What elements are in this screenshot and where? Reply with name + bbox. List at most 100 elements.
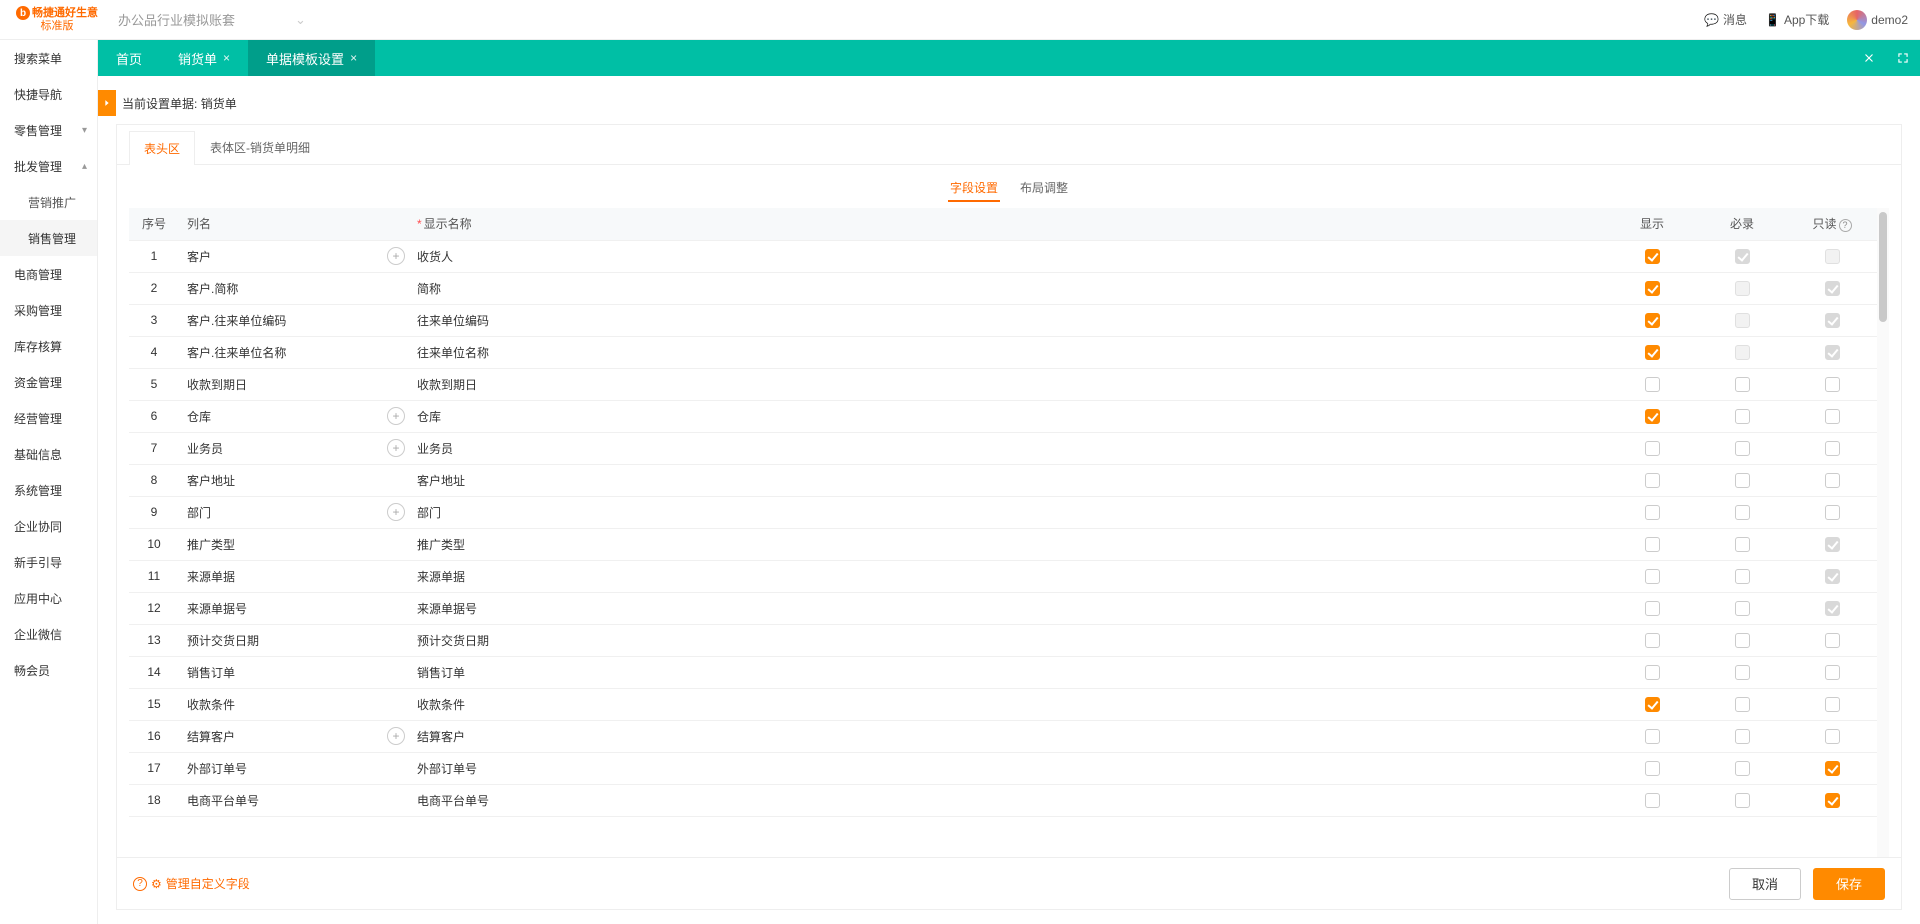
checkbox-show[interactable] bbox=[1645, 537, 1660, 552]
scrollbar-thumb[interactable] bbox=[1879, 212, 1887, 322]
checkbox-show[interactable] bbox=[1645, 569, 1660, 584]
checkbox-required[interactable] bbox=[1735, 793, 1750, 808]
add-icon[interactable]: + bbox=[387, 439, 405, 457]
sidebar-item-member[interactable]: 畅会员 bbox=[0, 652, 97, 688]
cell-display[interactable]: 收款到期日 bbox=[409, 368, 1607, 400]
cell-display[interactable]: 推广类型 bbox=[409, 528, 1607, 560]
save-button[interactable]: 保存 bbox=[1813, 868, 1885, 900]
checkbox-required[interactable] bbox=[1735, 569, 1750, 584]
grid-scroll[interactable]: 序号 列名 *显示名称 显示 必录 只读? 1客户+收 bbox=[129, 208, 1877, 857]
cell-display[interactable]: 业务员 bbox=[409, 432, 1607, 464]
sidebar-item-search[interactable]: 搜索菜单 bbox=[0, 40, 97, 76]
add-icon[interactable]: + bbox=[387, 503, 405, 521]
checkbox-required[interactable] bbox=[1735, 377, 1750, 392]
checkbox-readonly[interactable] bbox=[1825, 473, 1840, 488]
panel-tab-head[interactable]: 表头区 bbox=[129, 131, 195, 165]
checkbox-readonly[interactable] bbox=[1825, 505, 1840, 520]
cell-display[interactable]: 外部订单号 bbox=[409, 752, 1607, 784]
checkbox-readonly[interactable] bbox=[1825, 633, 1840, 648]
add-icon[interactable]: + bbox=[387, 727, 405, 745]
tab-sales-order[interactable]: 销货单× bbox=[160, 40, 248, 76]
checkbox-required[interactable] bbox=[1735, 473, 1750, 488]
checkbox-show[interactable] bbox=[1645, 633, 1660, 648]
checkbox-readonly[interactable] bbox=[1825, 377, 1840, 392]
checkbox-show[interactable] bbox=[1645, 761, 1660, 776]
sidebar-item-guide[interactable]: 新手引导 bbox=[0, 544, 97, 580]
sidebar-item-quicknav[interactable]: 快捷导航 bbox=[0, 76, 97, 112]
checkbox-required[interactable] bbox=[1735, 441, 1750, 456]
sidebar-item-inventory[interactable]: 库存核算 bbox=[0, 328, 97, 364]
checkbox-required[interactable] bbox=[1735, 633, 1750, 648]
checkbox-required[interactable] bbox=[1735, 761, 1750, 776]
tab-close-all[interactable] bbox=[1852, 40, 1886, 76]
checkbox-readonly[interactable] bbox=[1825, 793, 1840, 808]
cell-display[interactable]: 往来单位编码 bbox=[409, 304, 1607, 336]
checkbox-show[interactable] bbox=[1645, 441, 1660, 456]
tab-home[interactable]: 首页 bbox=[98, 40, 160, 76]
expand-handle[interactable] bbox=[98, 90, 116, 116]
checkbox-show[interactable] bbox=[1645, 665, 1660, 680]
cell-display[interactable]: 结算客户 bbox=[409, 720, 1607, 752]
sidebar-item-retail[interactable]: 零售管理 bbox=[0, 112, 97, 148]
sidebar-item-biz[interactable]: 经营管理 bbox=[0, 400, 97, 436]
cell-display[interactable]: 简称 bbox=[409, 272, 1607, 304]
checkbox-show[interactable] bbox=[1645, 409, 1660, 424]
sidebar-item-sys[interactable]: 系统管理 bbox=[0, 472, 97, 508]
checkbox-readonly[interactable] bbox=[1825, 729, 1840, 744]
fullscreen-button[interactable] bbox=[1886, 40, 1920, 76]
cell-display[interactable]: 收货人 bbox=[409, 240, 1607, 272]
cell-display[interactable]: 来源单据号 bbox=[409, 592, 1607, 624]
cell-display[interactable]: 销售订单 bbox=[409, 656, 1607, 688]
checkbox-show[interactable] bbox=[1645, 377, 1660, 392]
close-icon[interactable]: × bbox=[350, 51, 357, 65]
checkbox-show[interactable] bbox=[1645, 697, 1660, 712]
subtab-fields[interactable]: 字段设置 bbox=[948, 175, 1000, 202]
messages-button[interactable]: 💬 消息 bbox=[1704, 11, 1747, 28]
sidebar-subitem-sales[interactable]: 销售管理 bbox=[0, 220, 97, 256]
cell-display[interactable]: 部门 bbox=[409, 496, 1607, 528]
sidebar-item-wechat[interactable]: 企业微信 bbox=[0, 616, 97, 652]
checkbox-readonly[interactable] bbox=[1825, 409, 1840, 424]
checkbox-required[interactable] bbox=[1735, 505, 1750, 520]
checkbox-required[interactable] bbox=[1735, 729, 1750, 744]
checkbox-show[interactable] bbox=[1645, 505, 1660, 520]
sidebar-item-apps[interactable]: 应用中心 bbox=[0, 580, 97, 616]
cell-display[interactable]: 预计交货日期 bbox=[409, 624, 1607, 656]
cell-display[interactable]: 来源单据 bbox=[409, 560, 1607, 592]
cell-display[interactable]: 往来单位名称 bbox=[409, 336, 1607, 368]
close-icon[interactable]: × bbox=[223, 51, 230, 65]
user-menu[interactable]: demo2 bbox=[1847, 10, 1908, 30]
org-selector[interactable]: 办公品行业模拟账套 ⌄ bbox=[118, 10, 306, 29]
checkbox-readonly[interactable] bbox=[1825, 697, 1840, 712]
subtab-layout[interactable]: 布局调整 bbox=[1018, 175, 1070, 202]
checkbox-show[interactable] bbox=[1645, 601, 1660, 616]
checkbox-required[interactable] bbox=[1735, 697, 1750, 712]
cell-display[interactable]: 电商平台单号 bbox=[409, 784, 1607, 816]
add-icon[interactable]: + bbox=[387, 247, 405, 265]
scrollbar[interactable] bbox=[1877, 208, 1889, 857]
sidebar-item-wholesale[interactable]: 批发管理 bbox=[0, 148, 97, 184]
add-icon[interactable]: + bbox=[387, 407, 405, 425]
cell-display[interactable]: 收款条件 bbox=[409, 688, 1607, 720]
checkbox-required[interactable] bbox=[1735, 665, 1750, 680]
checkbox-required[interactable] bbox=[1735, 537, 1750, 552]
manage-custom-fields-link[interactable]: ? ⚙ 管理自定义字段 bbox=[133, 875, 250, 892]
checkbox-required[interactable] bbox=[1735, 409, 1750, 424]
sidebar-item-base[interactable]: 基础信息 bbox=[0, 436, 97, 472]
checkbox-readonly[interactable] bbox=[1825, 665, 1840, 680]
sidebar-subitem-marketing[interactable]: 营销推广 bbox=[0, 184, 97, 220]
cancel-button[interactable]: 取消 bbox=[1729, 868, 1801, 900]
checkbox-show[interactable] bbox=[1645, 281, 1660, 296]
tab-template[interactable]: 单据模板设置× bbox=[248, 40, 375, 76]
sidebar-item-ecom[interactable]: 电商管理 bbox=[0, 256, 97, 292]
sidebar-item-collab[interactable]: 企业协同 bbox=[0, 508, 97, 544]
cell-display[interactable]: 仓库 bbox=[409, 400, 1607, 432]
checkbox-readonly[interactable] bbox=[1825, 441, 1840, 456]
checkbox-readonly[interactable] bbox=[1825, 761, 1840, 776]
checkbox-required[interactable] bbox=[1735, 601, 1750, 616]
checkbox-show[interactable] bbox=[1645, 249, 1660, 264]
sidebar-item-purchase[interactable]: 采购管理 bbox=[0, 292, 97, 328]
checkbox-show[interactable] bbox=[1645, 313, 1660, 328]
panel-tab-body[interactable]: 表体区-销货单明细 bbox=[195, 130, 325, 164]
sidebar-item-funds[interactable]: 资金管理 bbox=[0, 364, 97, 400]
